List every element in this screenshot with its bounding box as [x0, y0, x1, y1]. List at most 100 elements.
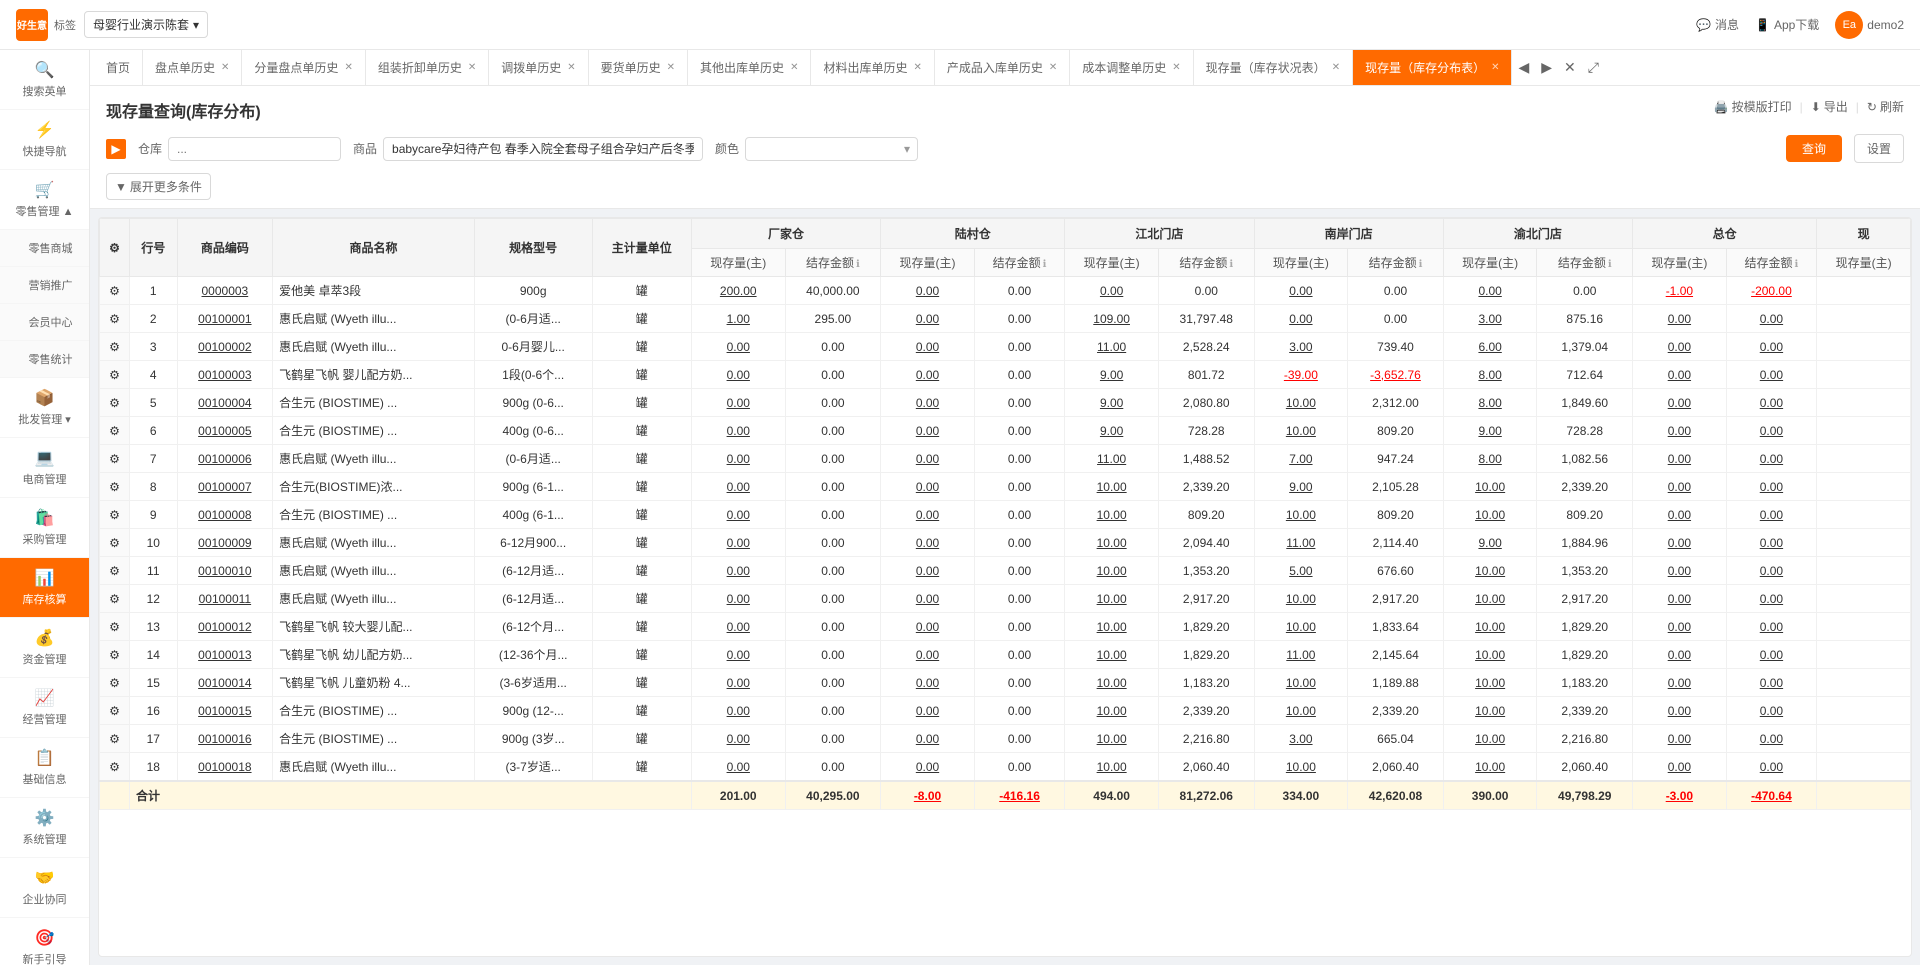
j-qty-cell[interactable]: 9.00	[1065, 361, 1159, 389]
n-qty-cell[interactable]: -39.00	[1254, 361, 1348, 389]
sidebar-item-retail[interactable]: 🛒 零售管理 ▲	[0, 170, 89, 230]
y-qty-cell[interactable]: 10.00	[1443, 501, 1537, 529]
y-qty-cell[interactable]: 8.00	[1443, 361, 1537, 389]
code-cell[interactable]: 00100003	[177, 361, 273, 389]
tab-stock-status[interactable]: 现存量（库存状况表） ✕	[1194, 50, 1353, 86]
j-qty-cell[interactable]: 9.00	[1065, 417, 1159, 445]
f-qty-cell[interactable]: 0.00	[691, 417, 785, 445]
y-qty-cell[interactable]: 9.00	[1443, 417, 1537, 445]
settings-cell[interactable]: ⚙	[100, 501, 130, 529]
n-qty-cell[interactable]: 7.00	[1254, 445, 1348, 473]
t-qty-cell[interactable]: 0.00	[1633, 305, 1727, 333]
color-dropdown-icon[interactable]: ▾	[904, 142, 910, 156]
j-qty-cell[interactable]: 10.00	[1065, 641, 1159, 669]
l-qty-cell[interactable]: 0.00	[881, 697, 975, 725]
settings-cell[interactable]: ⚙	[100, 333, 130, 361]
j-qty-cell[interactable]: 10.00	[1065, 529, 1159, 557]
sidebar-item-purchase[interactable]: 🛍️ 采购管理	[0, 498, 89, 558]
tab-material-out[interactable]: 材料出库单历史 ✕	[811, 50, 934, 86]
settings-cell[interactable]: ⚙	[100, 529, 130, 557]
code-cell[interactable]: 00100002	[177, 333, 273, 361]
j-qty-cell[interactable]: 10.00	[1065, 557, 1159, 585]
f-qty-cell[interactable]: 0.00	[691, 361, 785, 389]
code-cell[interactable]: 00100005	[177, 417, 273, 445]
info-icon[interactable]: ℹ	[1229, 259, 1233, 270]
close-icon[interactable]: ✕	[667, 62, 675, 73]
settings-col-header[interactable]: ⚙	[100, 219, 130, 277]
sidebar-item-search[interactable]: 🔍 搜索英单	[0, 50, 89, 110]
sidebar-item-newbie[interactable]: 🎯 新手引导	[0, 918, 89, 965]
y-qty-cell[interactable]: 10.00	[1443, 725, 1537, 753]
f-qty-cell[interactable]: 0.00	[691, 697, 785, 725]
code-cell[interactable]: 00100008	[177, 501, 273, 529]
l-qty-cell[interactable]: 0.00	[881, 753, 975, 782]
y-qty-cell[interactable]: 10.00	[1443, 697, 1537, 725]
warehouse-input[interactable]	[168, 137, 341, 161]
tab-other-out[interactable]: 其他出库单历史 ✕	[688, 50, 811, 86]
n-qty-cell[interactable]: 9.00	[1254, 473, 1348, 501]
code-cell[interactable]: 00100011	[177, 585, 273, 613]
close-icon[interactable]: ✕	[913, 62, 921, 73]
close-icon[interactable]: ✕	[567, 62, 575, 73]
y-qty-cell[interactable]: 10.00	[1443, 557, 1537, 585]
sidebar-item-wholesale[interactable]: 📦 批发管理 ▾	[0, 378, 89, 438]
l-qty-cell[interactable]: 0.00	[881, 529, 975, 557]
tab-finished-in[interactable]: 产成品入库单历史 ✕	[935, 50, 1070, 86]
t-qty-cell[interactable]: 0.00	[1633, 613, 1727, 641]
code-cell[interactable]: 00100018	[177, 753, 273, 782]
n-qty-cell[interactable]: 11.00	[1254, 641, 1348, 669]
j-qty-cell[interactable]: 10.00	[1065, 697, 1159, 725]
j-qty-cell[interactable]: 10.00	[1065, 585, 1159, 613]
info-icon[interactable]: ℹ	[1419, 259, 1423, 270]
j-qty-cell[interactable]: 10.00	[1065, 613, 1159, 641]
query-btn[interactable]: 查询	[1786, 135, 1842, 162]
l-qty-cell[interactable]: 0.00	[881, 585, 975, 613]
code-cell[interactable]: 00100007	[177, 473, 273, 501]
tab-stocktake[interactable]: 盘点单历史 ✕	[143, 50, 242, 86]
t-qty-cell[interactable]: 0.00	[1633, 753, 1727, 782]
code-cell[interactable]: 00100015	[177, 697, 273, 725]
store-selector[interactable]: 母婴行业演示陈套 ▾	[84, 11, 208, 38]
tab-cost-adjust[interactable]: 成本调整单历史 ✕	[1070, 50, 1193, 86]
settings-cell[interactable]: ⚙	[100, 669, 130, 697]
j-qty-cell[interactable]: 11.00	[1065, 333, 1159, 361]
l-qty-cell[interactable]: 0.00	[881, 361, 975, 389]
y-qty-cell[interactable]: 6.00	[1443, 333, 1537, 361]
f-qty-cell[interactable]: 1.00	[691, 305, 785, 333]
j-qty-cell[interactable]: 0.00	[1065, 277, 1159, 305]
l-qty-cell[interactable]: 0.00	[881, 613, 975, 641]
y-qty-cell[interactable]: 10.00	[1443, 753, 1537, 782]
settings-cell[interactable]: ⚙	[100, 473, 130, 501]
l-qty-cell[interactable]: 0.00	[881, 277, 975, 305]
f-qty-cell[interactable]: 0.00	[691, 725, 785, 753]
l-qty-cell[interactable]: 0.00	[881, 725, 975, 753]
expand-conditions-btn[interactable]: ▼ 展开更多条件	[106, 173, 211, 200]
close-icon[interactable]: ✕	[344, 62, 352, 73]
close-icon[interactable]: ✕	[1172, 62, 1180, 73]
settings-cell[interactable]: ⚙	[100, 753, 130, 782]
close-icon[interactable]: ✕	[1491, 62, 1499, 73]
l-qty-cell[interactable]: 0.00	[881, 445, 975, 473]
j-qty-cell[interactable]: 9.00	[1065, 389, 1159, 417]
sidebar-item-retail-stats[interactable]: 零售统计	[0, 341, 89, 378]
close-icon[interactable]: ✕	[790, 62, 798, 73]
f-qty-cell[interactable]: 0.00	[691, 333, 785, 361]
refresh-btn[interactable]: ↻ 刷新	[1867, 98, 1904, 115]
t-qty-cell[interactable]: 0.00	[1633, 445, 1727, 473]
tab-requisition[interactable]: 要货单历史 ✕	[589, 50, 688, 86]
l-qty-cell[interactable]: 0.00	[881, 333, 975, 361]
sidebar-item-retail-shop[interactable]: 零售商城	[0, 230, 89, 267]
code-cell[interactable]: 0000003	[177, 277, 273, 305]
settings-cell[interactable]: ⚙	[100, 725, 130, 753]
n-qty-cell[interactable]: 3.00	[1254, 725, 1348, 753]
sidebar-item-enterprise[interactable]: 🤝 企业协同	[0, 858, 89, 918]
user-area[interactable]: Ea demo2	[1835, 11, 1904, 39]
l-qty-cell[interactable]: 0.00	[881, 641, 975, 669]
tab-stock-dist[interactable]: 现存量（库存分布表） ✕	[1353, 50, 1512, 86]
f-qty-cell[interactable]: 0.00	[691, 529, 785, 557]
settings-cell[interactable]: ⚙	[100, 389, 130, 417]
expand-arrow-btn[interactable]: ▶	[106, 139, 126, 159]
code-cell[interactable]: 00100014	[177, 669, 273, 697]
app-download-btn[interactable]: 📱 App下载	[1755, 16, 1819, 33]
y-qty-cell[interactable]: 0.00	[1443, 277, 1537, 305]
